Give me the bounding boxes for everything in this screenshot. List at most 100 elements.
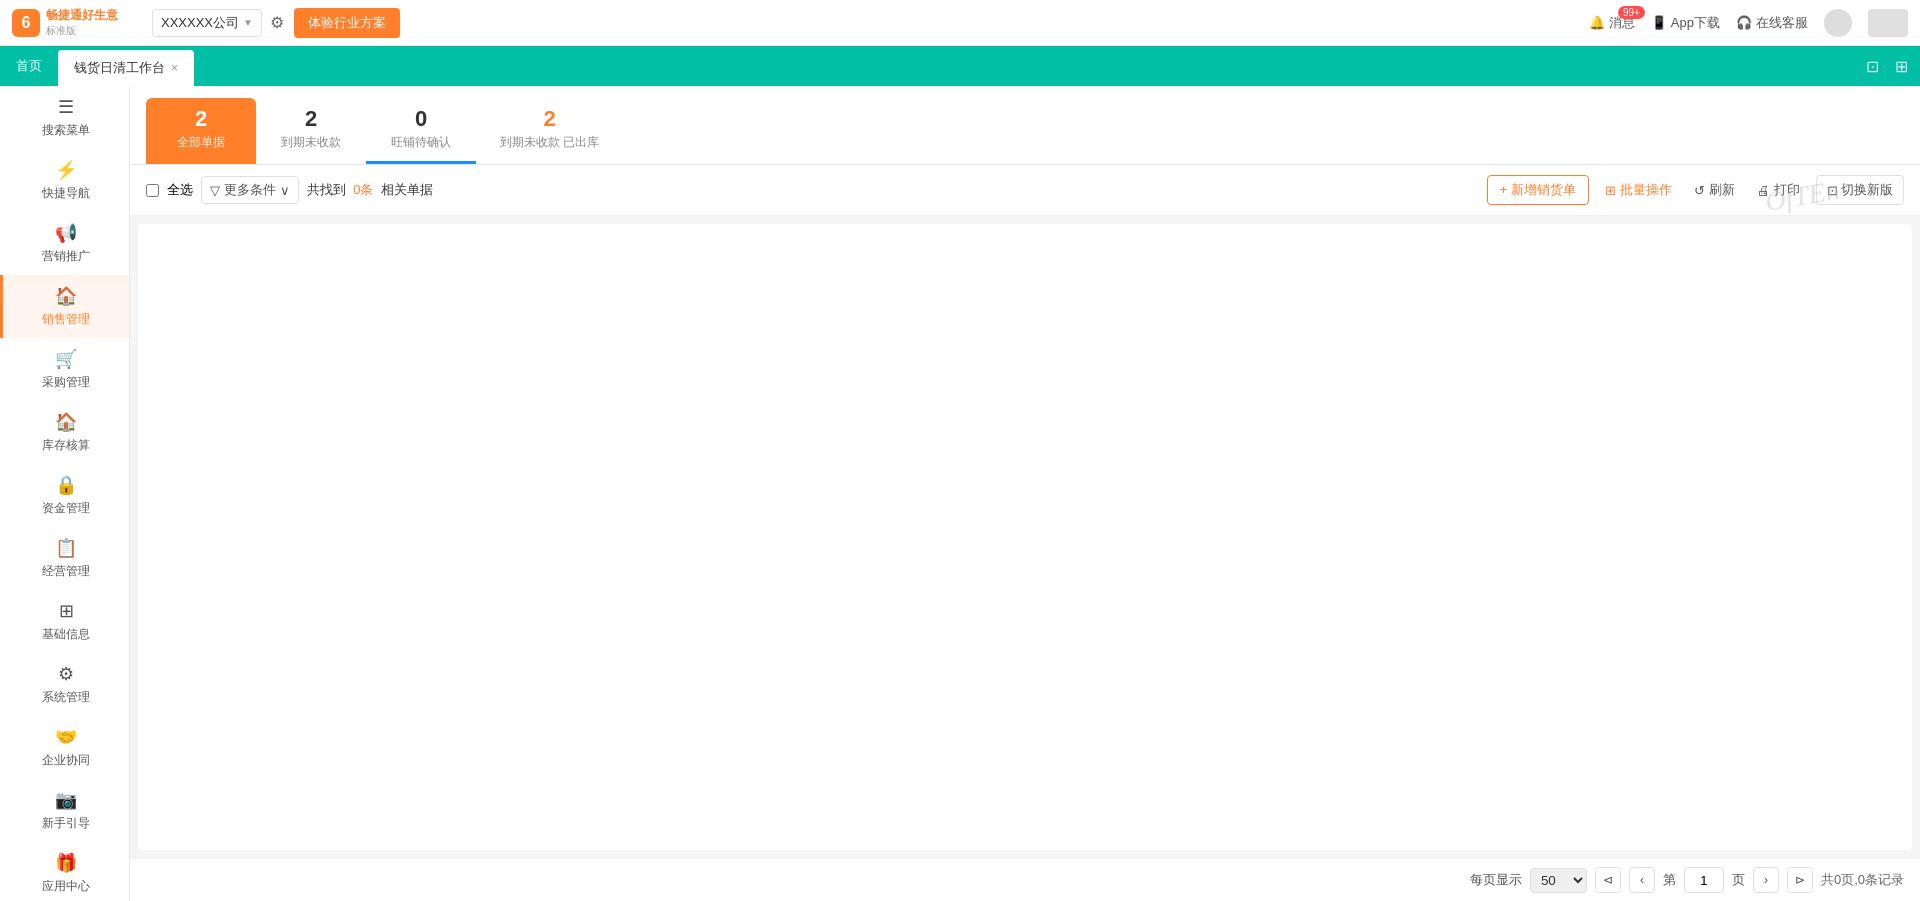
sidebar-item-marketing-label: 营销推广 xyxy=(42,248,90,265)
tab-active[interactable]: 钱货日清工作台 × xyxy=(58,50,194,86)
page-number-input[interactable] xyxy=(1684,867,1724,893)
logo-area: 6 畅捷通好生意 标准版 xyxy=(12,8,142,37)
sidebar-item-sales-label: 销售管理 xyxy=(42,311,90,328)
sidebar-item-inventory-label: 库存核算 xyxy=(42,437,90,454)
newbie-icon: 📷 xyxy=(55,789,77,811)
tab-bar: 首页 钱货日清工作台 × ⊡ ⊞ xyxy=(0,46,1920,86)
finance-icon: 🔒 xyxy=(55,474,77,496)
logo-name: 畅捷通好生意 xyxy=(46,8,118,24)
toolbar-left: 全选 ▽ 更多条件 ∨ 共找到 0条 相关单据 xyxy=(146,176,1479,204)
stat-tab-pending[interactable]: 0 旺铺待确认 xyxy=(366,98,476,164)
avatar[interactable] xyxy=(1824,9,1852,37)
sidebar-item-finance[interactable]: 🔒 资金管理 xyxy=(0,464,129,527)
system-icon: ⚙ xyxy=(58,663,74,685)
tab-expand-icon[interactable]: ⊞ xyxy=(1891,57,1912,76)
sidebar-item-purchase[interactable]: 🛒 采购管理 xyxy=(0,338,129,401)
stat-tab-overdue-shipped[interactable]: 2 到期未收款 已出库 xyxy=(476,98,623,164)
sidebar-item-newbie[interactable]: 📷 新手引导 xyxy=(0,779,129,842)
operation-icon: 📋 xyxy=(55,537,77,559)
sidebar-item-app-center[interactable]: 🎁 应用中心 xyxy=(0,842,129,901)
sidebar-item-cooperation-label: 企业协同 xyxy=(42,752,90,769)
print-button[interactable]: 🖨 打印 xyxy=(1751,177,1806,203)
page-next-button[interactable]: › xyxy=(1753,867,1779,893)
app-download-button[interactable]: 📱 App下载 xyxy=(1651,14,1720,32)
stat-label-overdue: 到期未收款 xyxy=(281,134,341,151)
inventory-icon: 🏠 xyxy=(55,411,77,433)
quick-nav-icon: ⚡ xyxy=(55,159,77,181)
download-icon: 📱 xyxy=(1651,15,1667,30)
cooperation-icon: 🤝 xyxy=(55,726,77,748)
batch-operation-button[interactable]: ⊞ 批量操作 xyxy=(1599,177,1678,203)
sidebar-item-system-label: 系统管理 xyxy=(42,689,90,706)
switch-version-button[interactable]: ⊡ 切换新版 xyxy=(1816,175,1904,205)
filter-button[interactable]: ▽ 更多条件 ∨ xyxy=(201,176,299,204)
stat-tab-all[interactable]: 2 全部单据 xyxy=(146,98,256,164)
filter-label: 更多条件 xyxy=(224,181,276,199)
batch-icon: ⊞ xyxy=(1605,183,1616,198)
found-count: 0条 xyxy=(353,182,373,197)
stat-num-all: 2 xyxy=(195,106,207,132)
tab-minimize-icon[interactable]: ⊡ xyxy=(1862,57,1883,76)
messages-badge: 99+ xyxy=(1618,6,1645,19)
messages-button[interactable]: 🔔 消息 99+ xyxy=(1589,14,1635,32)
sidebar-item-quick-nav[interactable]: ⚡ 快捷导航 xyxy=(0,149,129,212)
refresh-label: 刷新 xyxy=(1709,181,1735,199)
sidebar-item-search-menu-label: 搜索菜单 xyxy=(42,122,90,139)
print-label: 打印 xyxy=(1774,181,1800,199)
refresh-icon: ↺ xyxy=(1694,183,1705,198)
add-sales-order-button[interactable]: + 新增销货单 xyxy=(1487,175,1589,205)
sales-icon: 🏠 xyxy=(55,285,77,307)
top-header: 6 畅捷通好生意 标准版 XXXXXX公司 ▼ ⚙ 体验行业方案 🔔 消息 99… xyxy=(0,0,1920,46)
sidebar-item-basic-info-label: 基础信息 xyxy=(42,626,90,643)
sidebar-item-sales[interactable]: 🏠 销售管理 xyxy=(0,275,129,338)
tab-home-label: 首页 xyxy=(16,57,42,75)
settings-icon[interactable]: ⚙ xyxy=(270,13,284,32)
stat-tab-overdue[interactable]: 2 到期未收款 xyxy=(256,98,366,164)
found-prefix: 共找到 xyxy=(307,182,346,197)
sidebar-item-app-center-label: 应用中心 xyxy=(42,878,90,895)
tab-close-icon[interactable]: × xyxy=(171,61,178,75)
app-download-label: App下载 xyxy=(1671,14,1720,32)
tab-bar-actions: ⊡ ⊞ xyxy=(1862,57,1920,76)
trial-button[interactable]: 体验行业方案 xyxy=(294,8,400,38)
stat-num-pending: 0 xyxy=(415,106,427,132)
table-content xyxy=(138,224,1912,850)
page-label-end: 页 xyxy=(1732,871,1745,889)
sidebar-item-quick-nav-label: 快捷导航 xyxy=(42,185,90,202)
sidebar-item-search-menu[interactable]: ☰ 搜索菜单 xyxy=(0,86,129,149)
sidebar-item-inventory[interactable]: 🏠 库存核算 xyxy=(0,401,129,464)
stat-label-all: 全部单据 xyxy=(177,134,225,151)
page-prev-button[interactable]: ‹ xyxy=(1629,867,1655,893)
select-all-checkbox[interactable] xyxy=(146,184,159,197)
sidebar-item-basic-info[interactable]: ⊞ 基础信息 xyxy=(0,590,129,653)
table-area xyxy=(138,224,1912,850)
tab-home[interactable]: 首页 xyxy=(0,46,58,86)
switch-label: 切换新版 xyxy=(1841,181,1893,199)
logo-text: 畅捷通好生意 标准版 xyxy=(46,8,118,37)
page-size-select[interactable]: 50 100 200 xyxy=(1530,868,1587,893)
found-suffix: 相关单据 xyxy=(381,182,433,197)
toolbar: 全选 ▽ 更多条件 ∨ 共找到 0条 相关单据 + 新增销货单 ⊞ 批量操作 xyxy=(130,165,1920,216)
filter-icon: ▽ xyxy=(210,183,220,198)
page-first-button[interactable]: ⊲ xyxy=(1595,867,1621,893)
stat-label-pending: 旺铺待确认 xyxy=(391,134,451,151)
sidebar-item-cooperation[interactable]: 🤝 企业协同 xyxy=(0,716,129,779)
sidebar-item-system[interactable]: ⚙ 系统管理 xyxy=(0,653,129,716)
sidebar-item-marketing[interactable]: 📢 营销推广 xyxy=(0,212,129,275)
stat-num-overdue: 2 xyxy=(305,106,317,132)
support-icon: 🎧 xyxy=(1736,15,1752,30)
stat-num-overdue-shipped: 2 xyxy=(544,106,556,132)
sidebar-item-operation-label: 经营管理 xyxy=(42,563,90,580)
company-selector[interactable]: XXXXXX公司 ▼ xyxy=(152,9,262,37)
batch-label: 批量操作 xyxy=(1620,181,1672,199)
chevron-down-icon: ∨ xyxy=(280,183,290,198)
sidebar-item-operation[interactable]: 📋 经营管理 xyxy=(0,527,129,590)
content-area: 2 全部单据 2 到期未收款 0 旺铺待确认 2 到期未收款 已出库 全选 xyxy=(130,86,1920,901)
online-support-button[interactable]: 🎧 在线客服 xyxy=(1736,14,1808,32)
refresh-button[interactable]: ↺ 刷新 xyxy=(1688,177,1741,203)
basic-info-icon: ⊞ xyxy=(59,600,74,622)
sidebar-item-purchase-label: 采购管理 xyxy=(42,374,90,391)
page-last-button[interactable]: ⊳ xyxy=(1787,867,1813,893)
tab-active-label: 钱货日清工作台 xyxy=(74,59,165,77)
page-total: 共0页,0条记录 xyxy=(1821,871,1904,889)
